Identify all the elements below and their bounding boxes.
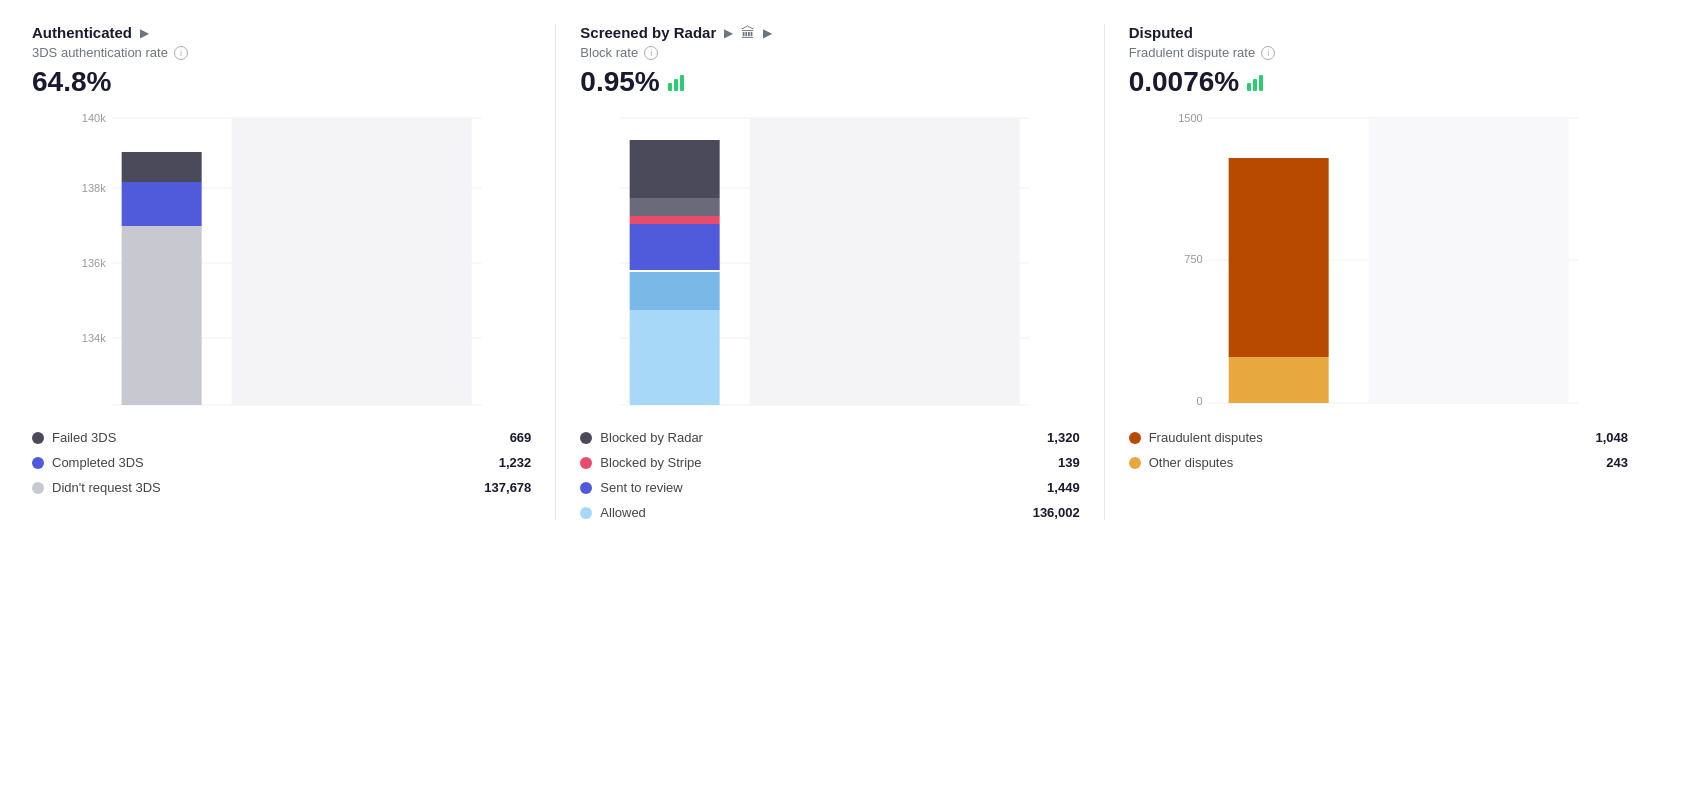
svg-text:0: 0 [1196, 395, 1202, 407]
info-icon-screened[interactable]: i [644, 46, 658, 60]
panel-authenticated: Authenticated ▶ 3DS authentication rate … [32, 24, 556, 520]
legend-item-other: Other disputes 243 [1129, 455, 1628, 470]
panel-header-screened: Screened by Radar ▶ 🏛 ▶ [580, 24, 1079, 41]
chart-screened [580, 110, 1079, 410]
legend-item-completed3ds: Completed 3DS 1,232 [32, 455, 531, 470]
bar-blocked-radar [630, 140, 720, 198]
info-icon-disputed[interactable]: i [1261, 46, 1275, 60]
bar-allowed-mid [630, 272, 720, 310]
chart-icon-screened[interactable] [668, 73, 684, 91]
bar-blocked-stripe [630, 216, 720, 224]
legend-authenticated: Failed 3DS 669 Completed 3DS 1,232 Didn'… [32, 430, 531, 495]
subtitle-screened: Block rate i [580, 45, 1079, 60]
legend-dot-blocked-radar [580, 432, 592, 444]
legend-item-fraudulent: Fraudulent disputes 1,048 [1129, 430, 1628, 445]
svg-text:140k: 140k [82, 112, 106, 124]
dashboard: Authenticated ▶ 3DS authentication rate … [32, 24, 1652, 520]
arrow-icon-authenticated[interactable]: ▶ [140, 26, 149, 40]
metric-screened: 0.95% [580, 66, 1079, 98]
chart-svg-disputed: 1500 750 0 [1129, 110, 1628, 410]
bar-no-request-3ds [122, 226, 202, 405]
info-icon-authenticated[interactable]: i [174, 46, 188, 60]
chart-svg-authenticated: 140k 138k 136k 134k [32, 110, 531, 410]
panel-title-disputed: Disputed [1129, 24, 1193, 41]
legend-item-review: Sent to review 1,449 [580, 480, 1079, 495]
legend-dot-blocked-stripe [580, 457, 592, 469]
legend-dot-other [1129, 457, 1141, 469]
chart-svg-screened [580, 110, 1079, 410]
chart-icon-disputed[interactable] [1247, 73, 1263, 91]
bar-divider [630, 270, 720, 272]
panel-title-screened: Screened by Radar [580, 24, 716, 41]
svg-text:750: 750 [1184, 253, 1202, 265]
bar-bg-screened [750, 118, 1020, 405]
legend-item-no3ds: Didn't request 3DS 137,678 [32, 480, 531, 495]
svg-text:134k: 134k [82, 332, 106, 344]
bar-bg-disputed [1368, 118, 1568, 403]
legend-screened: Blocked by Radar 1,320 Blocked by Stripe… [580, 430, 1079, 520]
subtitle-authenticated: 3DS authentication rate i [32, 45, 531, 60]
svg-text:1500: 1500 [1178, 112, 1202, 124]
legend-dot-completed3ds [32, 457, 44, 469]
chart-authenticated: 140k 138k 136k 134k [32, 110, 531, 410]
legend-dot-fraudulent [1129, 432, 1141, 444]
panel-disputed: Disputed Fradulent dispute rate i 0.0076… [1105, 24, 1652, 520]
bar-bg-authenticated [232, 118, 472, 405]
bar-fraudulent-disputes [1228, 158, 1328, 357]
svg-text:136k: 136k [82, 257, 106, 269]
metric-disputed: 0.0076% [1129, 66, 1628, 98]
bar-failed-3ds [122, 152, 202, 182]
subtitle-disputed: Fradulent dispute rate i [1129, 45, 1628, 60]
bar-blocked-radar-2 [630, 198, 720, 216]
svg-text:138k: 138k [82, 182, 106, 194]
bank-icon[interactable]: 🏛 [741, 25, 755, 41]
bar-completed-3ds [122, 182, 202, 226]
legend-item-allowed: Allowed 136,002 [580, 505, 1079, 520]
bar-other-disputes [1228, 357, 1328, 403]
legend-dot-failed3ds [32, 432, 44, 444]
legend-item-failed3ds: Failed 3DS 669 [32, 430, 531, 445]
legend-dot-review [580, 482, 592, 494]
legend-dot-allowed [580, 507, 592, 519]
bar-allowed [630, 310, 720, 405]
legend-item-blocked-radar: Blocked by Radar 1,320 [580, 430, 1079, 445]
metric-authenticated: 64.8% [32, 66, 531, 98]
arrow-icon-screened-2[interactable]: ▶ [763, 26, 772, 40]
arrow-icon-screened[interactable]: ▶ [724, 26, 733, 40]
panel-header-authenticated: Authenticated ▶ [32, 24, 531, 41]
panel-screened: Screened by Radar ▶ 🏛 ▶ Block rate i 0.9… [556, 24, 1104, 520]
bar-review [630, 224, 720, 270]
chart-disputed: 1500 750 0 [1129, 110, 1628, 410]
legend-item-blocked-stripe: Blocked by Stripe 139 [580, 455, 1079, 470]
panel-header-disputed: Disputed [1129, 24, 1628, 41]
panel-title-authenticated: Authenticated [32, 24, 132, 41]
legend-dot-no3ds [32, 482, 44, 494]
legend-disputed: Fraudulent disputes 1,048 Other disputes… [1129, 430, 1628, 470]
